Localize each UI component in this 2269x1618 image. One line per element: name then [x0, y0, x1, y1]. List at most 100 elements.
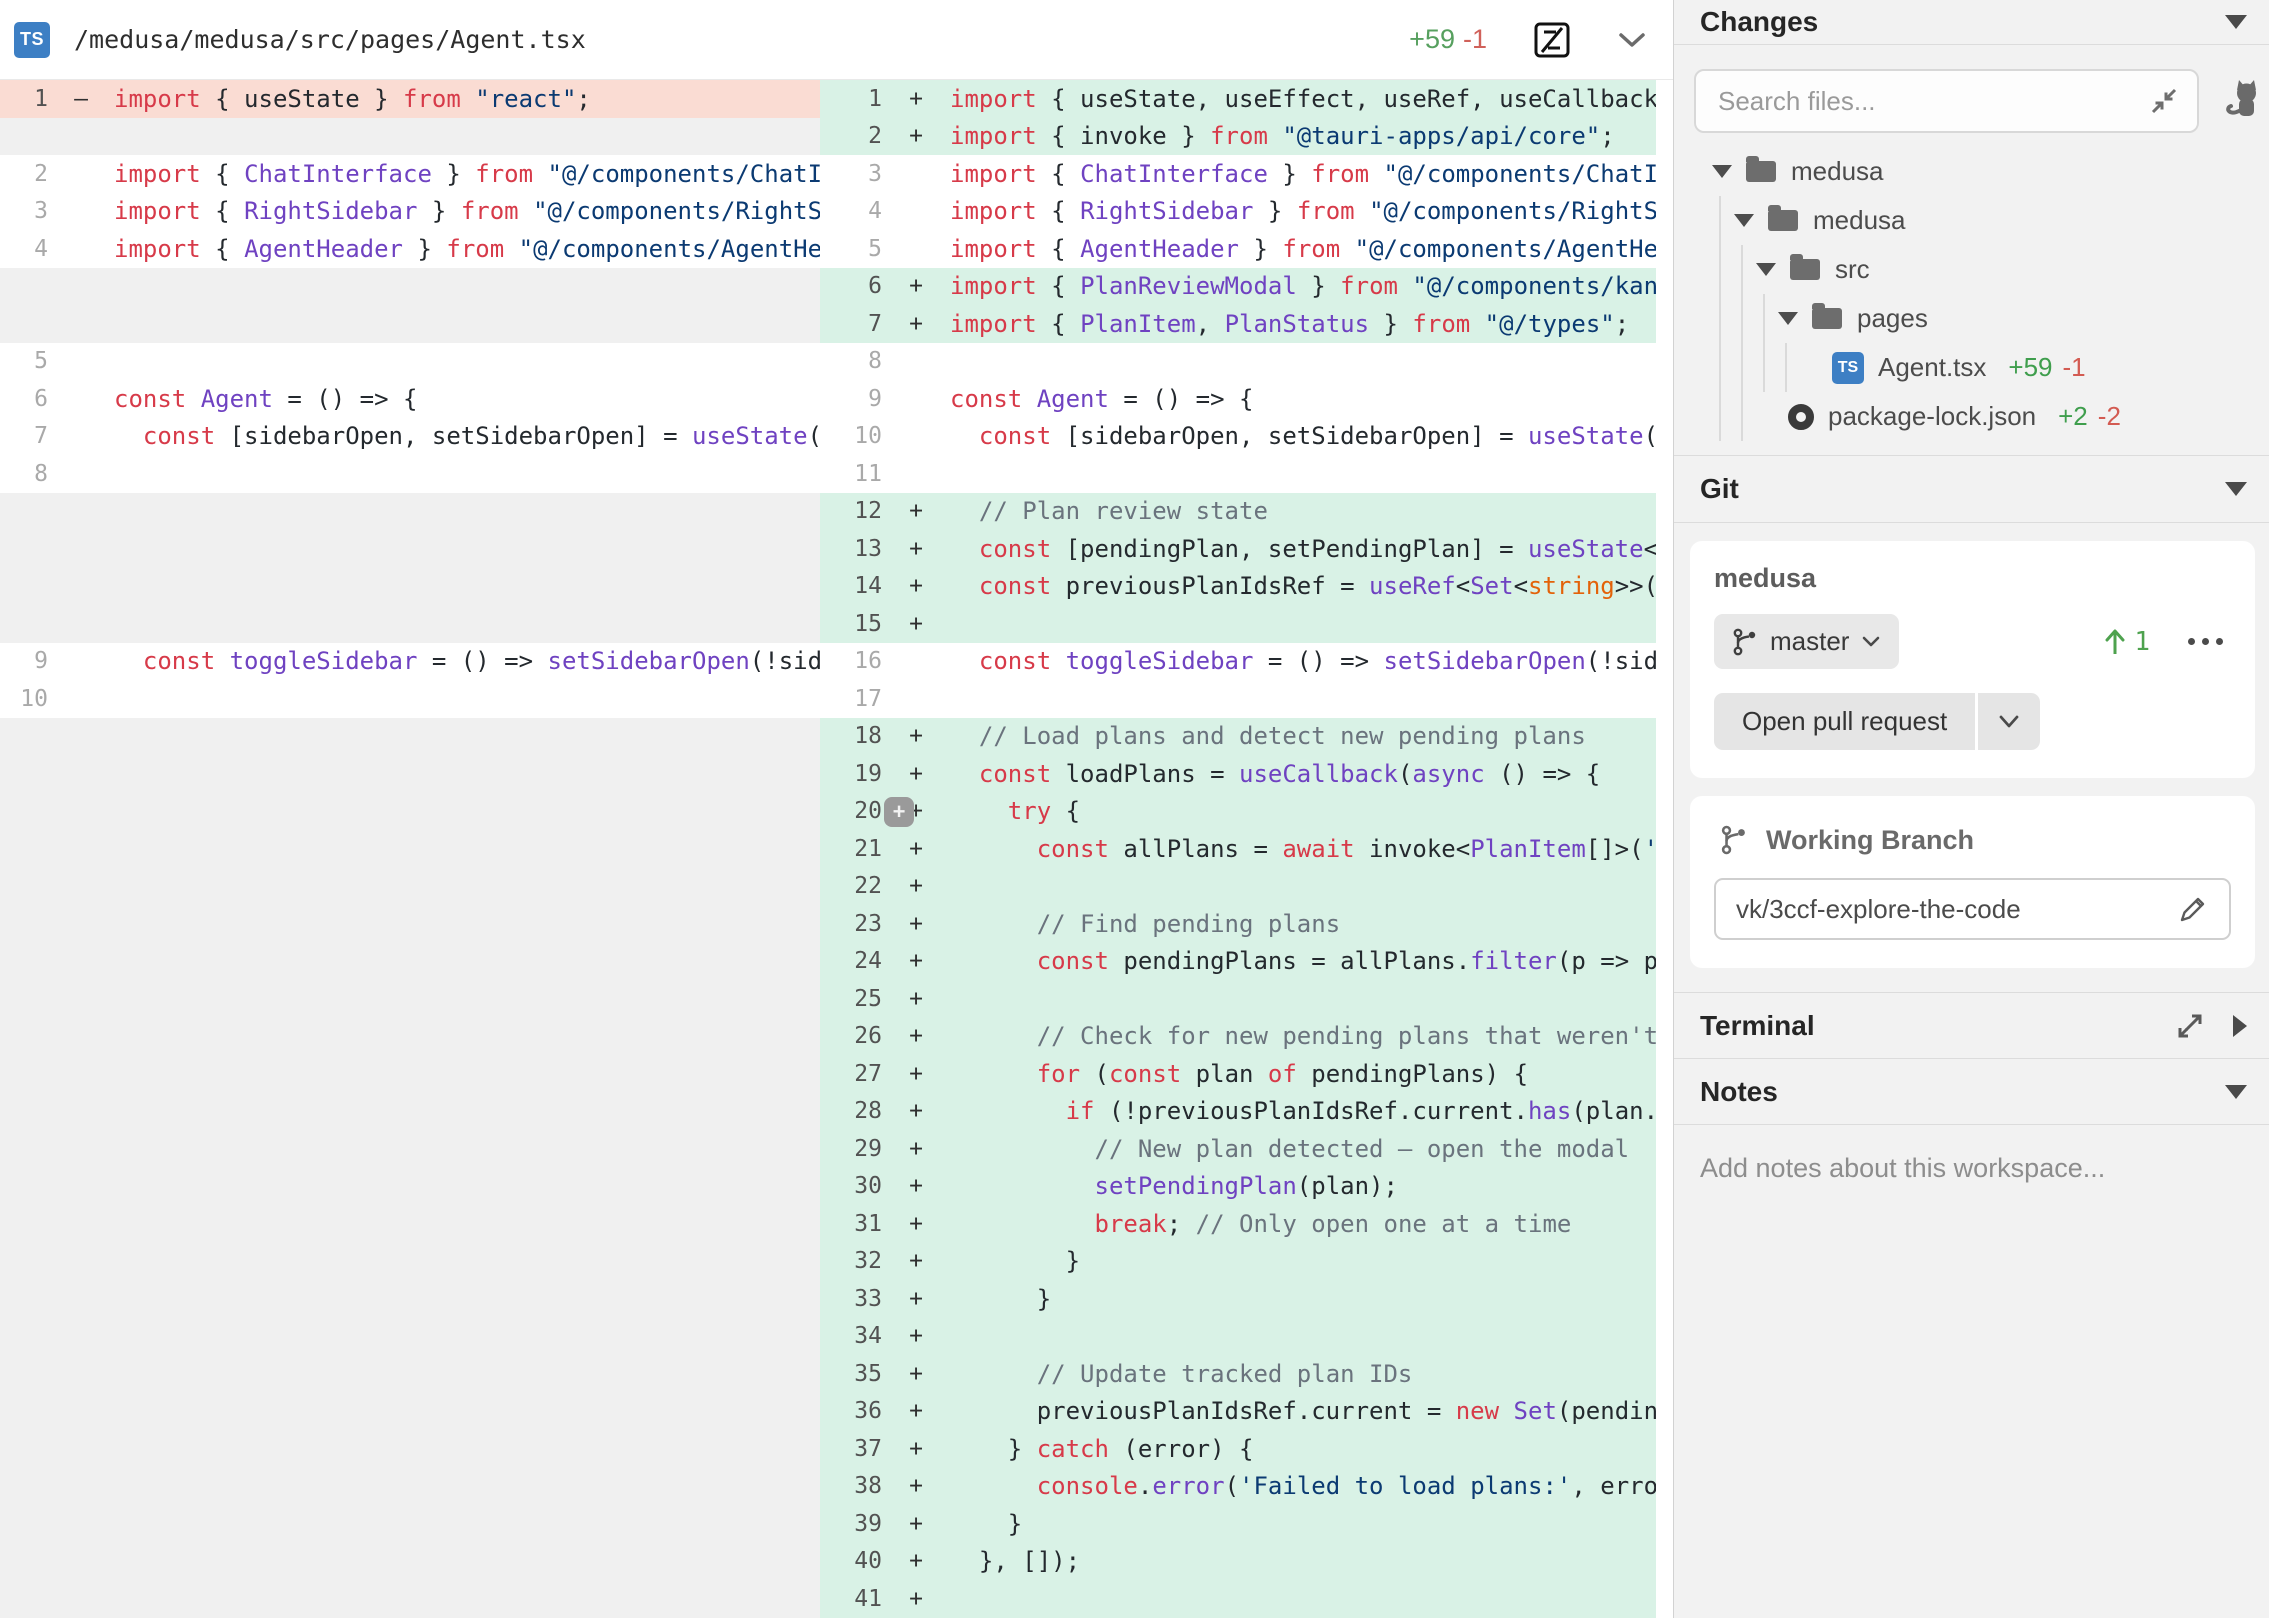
diff-filler: [0, 530, 820, 568]
diff-line: 12+ // Plan review state: [820, 493, 1656, 531]
changes-title: Changes: [1700, 6, 1818, 38]
triangle-right-icon[interactable]: [2233, 1015, 2247, 1037]
tree-folder-pages[interactable]: pages: [1674, 294, 2269, 343]
folder-icon: [1746, 161, 1776, 182]
notes-input[interactable]: Add notes about this workspace...: [1674, 1125, 2269, 1618]
diff-view-toggle-icon[interactable]: [1531, 19, 1573, 61]
file-label: Agent.tsx: [1878, 352, 1986, 383]
changes-section-header[interactable]: Changes: [1674, 0, 2269, 44]
cat-icon[interactable]: [2217, 78, 2261, 124]
git-section-header[interactable]: Git: [1674, 456, 2269, 522]
folder-label: src: [1835, 254, 1870, 285]
changed-files-tree: medusamedusasrcpagesTSAgent.tsx+59-1pack…: [1674, 147, 2269, 455]
diff-line: 31+ break; // Only open one at a time: [820, 1205, 1656, 1243]
diff-line: 28+ if (!previousPlanIdsRef.current.has(…: [820, 1093, 1656, 1131]
edit-branch-icon[interactable]: [2175, 891, 2211, 927]
push-ahead-button[interactable]: 1: [2102, 627, 2150, 657]
typescript-file-icon: TS: [14, 22, 50, 58]
tree-file-package-lock.json[interactable]: package-lock.json+2-2: [1674, 392, 2269, 441]
diff-line: 38+ console.error('Failed to load plans:…: [820, 1468, 1656, 1506]
diff-file-header: TS /medusa/medusa/src/pages/Agent.tsx +5…: [0, 0, 1673, 80]
notes-section-header[interactable]: Notes: [1674, 1059, 2269, 1124]
file-additions: +2: [2058, 401, 2088, 432]
diff-line: 2import { ChatInterface } from "@/compon…: [0, 155, 820, 193]
diff-line: 4import { RightSidebar } from "@/compone…: [820, 193, 1656, 231]
search-placeholder: Search files...: [1718, 86, 2147, 117]
diff-line: 15+: [820, 605, 1656, 643]
diff-line: 8: [820, 343, 1656, 381]
diff-line: 10: [0, 680, 820, 718]
workspace-window: TS /medusa/medusa/src/pages/Agent.tsx +5…: [0, 0, 2269, 1618]
chevron-down-icon: [2225, 482, 2247, 496]
diff-filler: [0, 118, 820, 156]
tree-folder-medusa[interactable]: medusa: [1674, 196, 2269, 245]
diff-filler: [0, 568, 820, 606]
diff-line: 16 const toggleSidebar = () => setSideba…: [820, 643, 1656, 681]
add-comment-button[interactable]: +: [884, 797, 914, 827]
file-label: package-lock.json: [1828, 401, 2036, 432]
caret-down-icon: [1756, 263, 1776, 276]
diff-line: 21+ const allPlans = await invoke<PlanIt…: [820, 830, 1656, 868]
tree-folder-src[interactable]: src: [1674, 245, 2269, 294]
folder-label: pages: [1857, 303, 1928, 334]
typescript-file-icon: TS: [1832, 352, 1864, 384]
folder-label: medusa: [1791, 156, 1884, 187]
git-branch-icon: [1732, 627, 1758, 657]
collapse-tree-icon[interactable]: [2147, 84, 2181, 118]
diff-line: 34+: [820, 1318, 1656, 1356]
additions-count: +59: [1409, 24, 1455, 55]
diff-filler: [0, 718, 820, 1618]
collapse-file-chevron-icon[interactable]: [1617, 30, 1647, 50]
diff-line: 9const Agent = () => {: [820, 380, 1656, 418]
diff-line: 1+import { useState, useEffect, useRef, …: [820, 80, 1656, 118]
diff-line: 8: [0, 455, 820, 493]
working-branch-header: Working Branch: [1714, 818, 2231, 856]
diff-viewer: TS /medusa/medusa/src/pages/Agent.tsx +5…: [0, 0, 1673, 1618]
working-branch-title: Working Branch: [1766, 825, 1974, 856]
open-pr-dropdown-button[interactable]: [1978, 693, 2040, 750]
working-branch-value: vk/3ccf-explore-the-code: [1736, 894, 2175, 925]
open-pr-row: Open pull request: [1714, 693, 2231, 750]
terminal-title: Terminal: [1700, 1010, 1815, 1042]
diff-line: 10 const [sidebarOpen, setSidebarOpen] =…: [820, 418, 1656, 456]
diff-line: 6+import { PlanReviewModal } from "@/com…: [820, 268, 1656, 306]
search-input[interactable]: Search files...: [1694, 69, 2199, 133]
diff-line: 3import { RightSidebar } from "@/compone…: [0, 193, 820, 231]
tree-file-Agent.tsx[interactable]: TSAgent.tsx+59-1: [1674, 343, 2269, 392]
diff-filler: [0, 305, 820, 343]
folder-icon: [1790, 259, 1820, 280]
branch-name: master: [1770, 626, 1849, 657]
caret-down-icon: [1778, 312, 1798, 325]
folder-icon: [1768, 210, 1798, 231]
diff-line: 4import { AgentHeader } from "@/componen…: [0, 230, 820, 268]
tree-folder-medusa[interactable]: medusa: [1674, 147, 2269, 196]
more-options-button[interactable]: [2188, 638, 2223, 645]
notes-title: Notes: [1700, 1076, 1778, 1108]
diff-line: 26+ // Check for new pending plans that …: [820, 1018, 1656, 1056]
divider: [1674, 522, 2269, 523]
diff-filler: [0, 268, 820, 306]
caret-down-icon: [1734, 214, 1754, 227]
diff-line: 35+ // Update tracked plan IDs: [820, 1355, 1656, 1393]
diff-old-pane: 1–import { useState } from "react";2impo…: [0, 80, 820, 1618]
diff-line: 33+ }: [820, 1280, 1656, 1318]
diff-line: 13+ const [pendingPlan, setPendingPlan] …: [820, 530, 1656, 568]
diff-line: 5import { AgentHeader } from "@/componen…: [820, 230, 1656, 268]
branch-selector-button[interactable]: master: [1714, 614, 1899, 669]
package-lock-icon: [1788, 404, 1814, 430]
diff-line: 6const Agent = () => {: [0, 380, 820, 418]
open-pull-request-button[interactable]: Open pull request: [1714, 693, 1975, 750]
diff-line: 11: [820, 455, 1656, 493]
diff-filler: [0, 605, 820, 643]
git-title: Git: [1700, 473, 1739, 505]
terminal-section-header[interactable]: Terminal: [1674, 993, 2269, 1058]
chevron-down-icon: [1997, 714, 2021, 730]
ahead-count: 1: [2134, 627, 2150, 657]
working-branch-card: Working Branch vk/3ccf-explore-the-code: [1690, 796, 2255, 968]
folder-icon: [1812, 308, 1842, 329]
repo-name: medusa: [1714, 563, 2231, 594]
diff-line: 5: [0, 343, 820, 381]
working-branch-field[interactable]: vk/3ccf-explore-the-code: [1714, 878, 2231, 940]
diff-line: 39+ }: [820, 1505, 1656, 1543]
expand-terminal-icon[interactable]: [2173, 1009, 2207, 1043]
